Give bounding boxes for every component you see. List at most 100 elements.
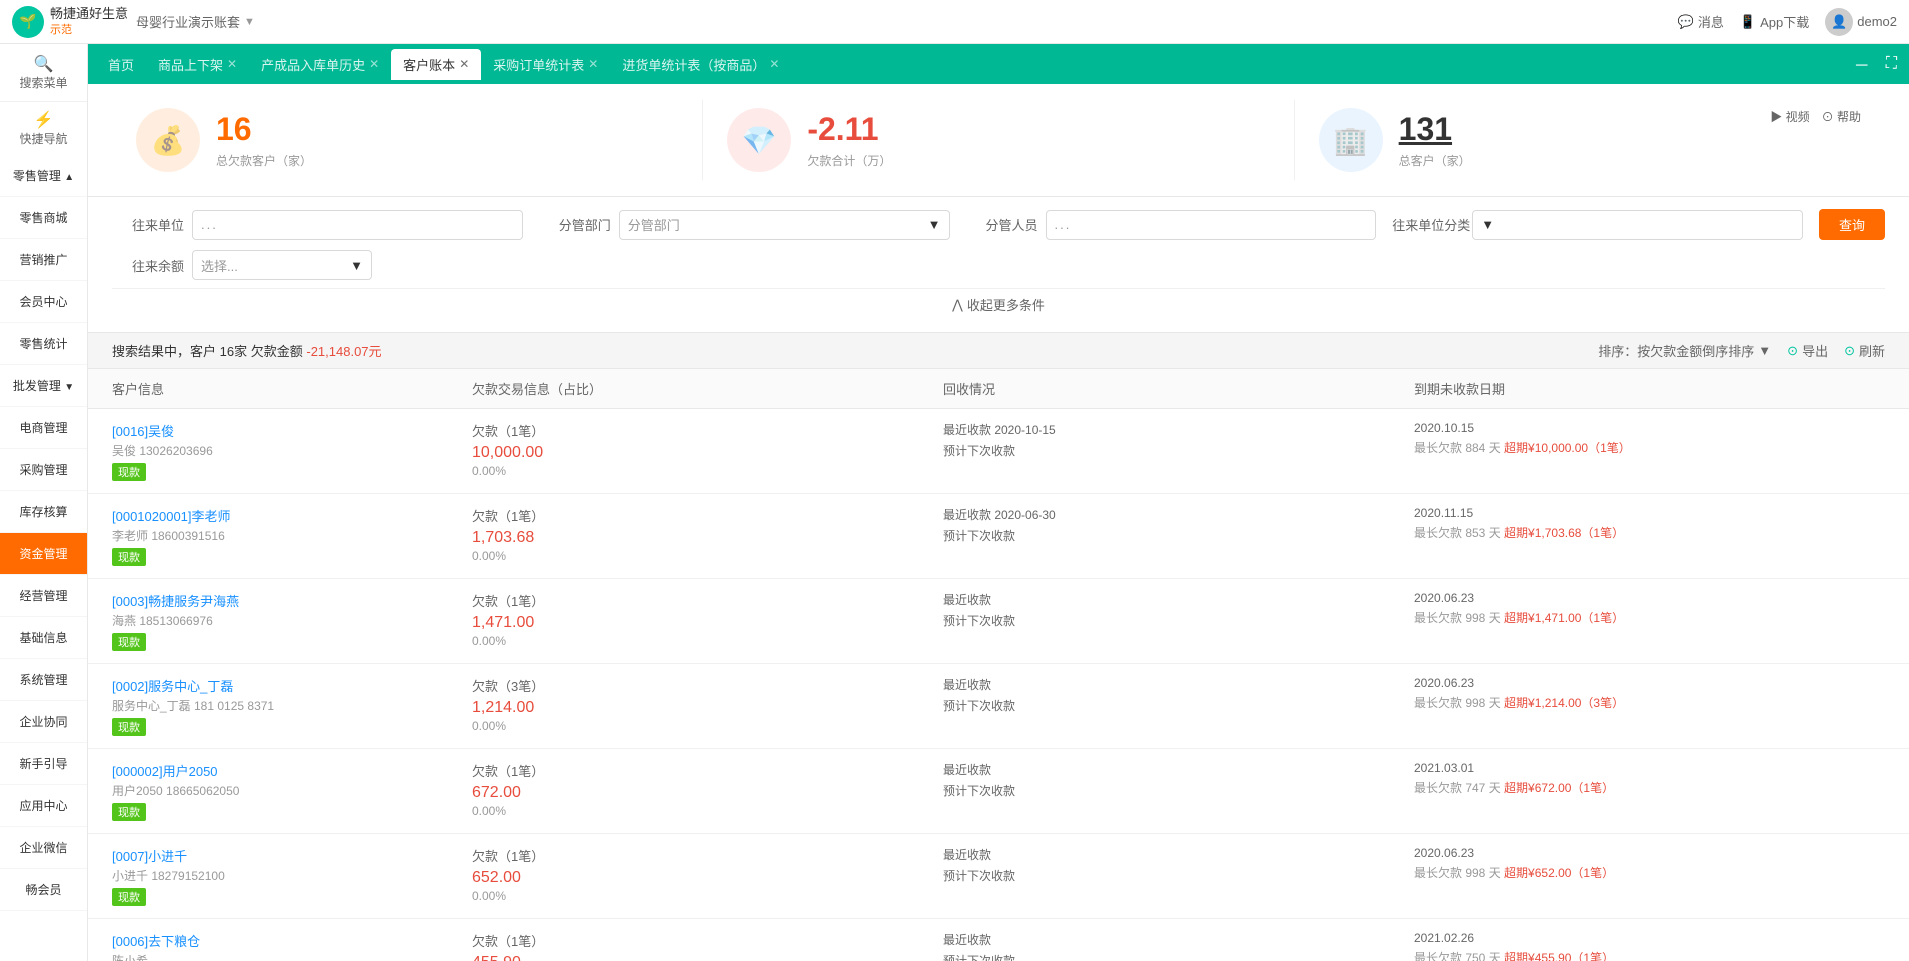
overdue-amount-2[interactable]: 超期¥1,471.00（1笔） bbox=[1504, 611, 1624, 625]
overdue-amount-1[interactable]: 超期¥1,703.68（1笔） bbox=[1504, 526, 1624, 540]
customer-name-0[interactable]: [0016]吴俊 bbox=[112, 421, 472, 440]
sidebar-item-retail-mall[interactable]: 零售商城 bbox=[0, 197, 87, 239]
debt-amount-1[interactable]: 1,703.68 bbox=[472, 529, 943, 547]
stat-number-total-customers: 131 bbox=[1399, 111, 1755, 148]
due-days-2: 最长欠款 998 天 bbox=[1414, 611, 1501, 625]
tab-expand-btn[interactable]: ⛶ bbox=[1882, 51, 1901, 77]
sidebar-item-marketing[interactable]: 营销推广 bbox=[0, 239, 87, 281]
sidebar-item-wechat[interactable]: 企业微信 bbox=[0, 827, 87, 869]
due-info-6: 2021.02.26 最长欠款 750 天 超期¥455.90（1笔） bbox=[1414, 931, 1885, 961]
sidebar-search[interactable]: 🔍 搜索菜单 bbox=[0, 44, 87, 102]
customer-name-4[interactable]: [000002]用户2050 bbox=[112, 761, 472, 780]
overdue-amount-4[interactable]: 超期¥672.00（1笔） bbox=[1504, 781, 1614, 795]
header-customer: 客户信息 bbox=[112, 379, 472, 398]
demo-label: 示范 bbox=[50, 23, 128, 37]
stat-card-total-customers: 🏢 131 总客户（家） ▶ 视频 ⊙ 帮助 bbox=[1295, 100, 1885, 180]
message-btn[interactable]: 💬 消息 bbox=[1678, 12, 1724, 31]
tab-inbound-stats-label: 进货单统计表（按商品） bbox=[622, 55, 765, 74]
sidebar-item-operation[interactable]: 经营管理 bbox=[0, 575, 87, 617]
sidebar-item-system[interactable]: 系统管理 bbox=[0, 659, 87, 701]
sidebar-item-retail-mgmt[interactable]: 零售管理 ▲ bbox=[0, 155, 87, 197]
last-collection-3: 最近收款 bbox=[943, 676, 1414, 693]
sidebar-item-newbie[interactable]: 新手引导 bbox=[0, 743, 87, 785]
sidebar-item-retail-stats[interactable]: 零售统计 bbox=[0, 323, 87, 365]
person-input[interactable]: ... bbox=[1046, 210, 1377, 240]
sort-dropdown[interactable]: 排序：按欠款金额倒序排序 ▼ bbox=[1598, 341, 1771, 360]
tab-inbound-stats[interactable]: 进货单统计表（按商品） ✕ bbox=[610, 49, 791, 80]
search-button[interactable]: 查询 bbox=[1819, 209, 1885, 240]
sidebar-item-app-center[interactable]: 应用中心 bbox=[0, 785, 87, 827]
tab-minimize-btn[interactable]: － bbox=[1850, 48, 1874, 80]
debt-amount-4[interactable]: 672.00 bbox=[472, 784, 943, 802]
debt-info-3: 欠款（3笔） 1,214.00 0.00% bbox=[472, 676, 943, 733]
customer-name-3[interactable]: [0002]服务中心_丁磊 bbox=[112, 676, 472, 695]
debt-amount-3[interactable]: 1,214.00 bbox=[472, 699, 943, 717]
overdue-amount-6[interactable]: 超期¥455.90（1笔） bbox=[1504, 951, 1614, 961]
debt-info-6: 欠款（1笔） 455.90 0.00% bbox=[472, 931, 943, 961]
user-area[interactable]: 👤 demo2 bbox=[1825, 8, 1897, 36]
sidebar-item-finance[interactable]: 资金管理 bbox=[0, 533, 87, 575]
debt-amount-6[interactable]: 455.90 bbox=[472, 954, 943, 961]
customer-name-5[interactable]: [0007]小进千 bbox=[112, 846, 472, 865]
customer-name-1[interactable]: [0001020001]李老师 bbox=[112, 506, 472, 525]
return-info-4: 最近收款 预计下次收款 bbox=[943, 761, 1414, 803]
dept-label: 分管部门 bbox=[539, 215, 611, 234]
help-btn[interactable]: ⊙ 帮助 bbox=[1822, 108, 1861, 125]
sidebar-item-vip[interactable]: 畅会员 bbox=[0, 869, 87, 911]
tab-home[interactable]: 首页 bbox=[96, 49, 146, 80]
export-btn[interactable]: ⊙ 导出 bbox=[1787, 341, 1828, 360]
balance-select[interactable]: 选择... ▼ bbox=[192, 250, 372, 280]
overdue-amount-0[interactable]: 超期¥10,000.00（1笔） bbox=[1504, 441, 1631, 455]
refresh-btn[interactable]: ⊙ 刷新 bbox=[1844, 341, 1885, 360]
sidebar-item-basic-info[interactable]: 基础信息 bbox=[0, 617, 87, 659]
tab-close-production[interactable]: ✕ bbox=[369, 57, 379, 71]
customer-tag-1: 现款 bbox=[112, 548, 146, 566]
fast-nav[interactable]: ⚡ 快捷导航 bbox=[0, 102, 87, 155]
due-date-0: 2020.10.15 bbox=[1414, 421, 1885, 435]
debt-amount-5[interactable]: 652.00 bbox=[472, 869, 943, 887]
tab-close-products[interactable]: ✕ bbox=[227, 57, 237, 71]
sidebar-item-purchase[interactable]: 采购管理 bbox=[0, 449, 87, 491]
category-input[interactable]: ▼ bbox=[1472, 210, 1803, 240]
tab-close-customer[interactable]: ✕ bbox=[459, 57, 469, 71]
debt-amount-2[interactable]: 1,471.00 bbox=[472, 614, 943, 632]
search-prefix: 搜索结果中，客户 bbox=[112, 344, 216, 359]
table-row: [0007]小进千 小进千 18279152100 现款 欠款（1笔） 652.… bbox=[88, 834, 1909, 919]
sidebar-item-batch-mgmt[interactable]: 批发管理 ▼ bbox=[0, 365, 87, 407]
overdue-amount-3[interactable]: 超期¥1,214.00（3笔） bbox=[1504, 696, 1624, 710]
main-area: 首页 商品上下架 ✕ 产成品入库单历史 ✕ 客户账本 ✕ 采购订单统计表 ✕ 进… bbox=[88, 44, 1909, 961]
debt-count-3: 欠款（3笔） bbox=[472, 676, 943, 695]
store-selector[interactable]: 母婴行业演示账套 ▼ bbox=[136, 12, 255, 31]
sidebar-item-member[interactable]: 会员中心 bbox=[0, 281, 87, 323]
tab-products-offline[interactable]: 商品上下架 ✕ bbox=[146, 49, 249, 80]
stat-top-right: ▶ 视频 ⊙ 帮助 bbox=[1770, 108, 1861, 125]
app-download-btn[interactable]: 📱 App下载 bbox=[1740, 12, 1809, 31]
collapse-btn[interactable]: ⋀ 收起更多条件 bbox=[112, 288, 1885, 320]
customer-tag-5: 现款 bbox=[112, 888, 146, 906]
video-btn[interactable]: ▶ 视频 bbox=[1770, 108, 1809, 125]
customer-name-2[interactable]: [0003]畅捷服务尹海燕 bbox=[112, 591, 472, 610]
due-overdue-0: 最长欠款 884 天 超期¥10,000.00（1笔） bbox=[1414, 439, 1885, 456]
sort-label: 排序：按欠款金额倒序排序 bbox=[1598, 341, 1754, 360]
customer-info-6: [0006]去下粮仓 陈小希 现款 bbox=[112, 931, 472, 961]
sidebar-item-inventory[interactable]: 库存核算 bbox=[0, 491, 87, 533]
sidebar-item-enterprise[interactable]: 企业协同 bbox=[0, 701, 87, 743]
tab-production-history-label: 产成品入库单历史 bbox=[261, 55, 365, 74]
dept-input[interactable]: 分管部门 ▼ bbox=[619, 210, 950, 240]
tab-close-inbound[interactable]: ✕ bbox=[769, 57, 779, 71]
tab-customer-account[interactable]: 客户账本 ✕ bbox=[391, 49, 481, 80]
due-info-5: 2020.06.23 最长欠款 998 天 超期¥652.00（1笔） bbox=[1414, 846, 1885, 881]
sidebar-item-ecommerce[interactable]: 电商管理 bbox=[0, 407, 87, 449]
debt-amount-0[interactable]: 10,000.00 bbox=[472, 444, 943, 462]
tab-close-purchase[interactable]: ✕ bbox=[588, 57, 598, 71]
due-info-4: 2021.03.01 最长欠款 747 天 超期¥672.00（1笔） bbox=[1414, 761, 1885, 796]
tab-production-history[interactable]: 产成品入库单历史 ✕ bbox=[249, 49, 391, 80]
debt-info-2: 欠款（1笔） 1,471.00 0.00% bbox=[472, 591, 943, 648]
customer-count: 16家 bbox=[220, 344, 247, 359]
phone-icon: 📱 bbox=[1740, 14, 1756, 30]
customer-name-6[interactable]: [0006]去下粮仓 bbox=[112, 931, 472, 950]
tab-purchase-order[interactable]: 采购订单统计表 ✕ bbox=[481, 49, 610, 80]
table-row: [0016]吴俊 吴俊 13026203696 现款 欠款（1笔） 10,000… bbox=[88, 409, 1909, 494]
supplier-input[interactable]: ... bbox=[192, 210, 523, 240]
overdue-amount-5[interactable]: 超期¥652.00（1笔） bbox=[1504, 866, 1614, 880]
